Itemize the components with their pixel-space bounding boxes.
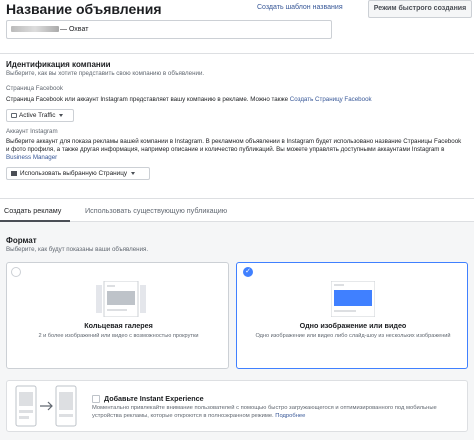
format-heading: Формат bbox=[6, 236, 37, 245]
create-template-link[interactable]: Создать шаблон названия bbox=[257, 4, 343, 11]
instagram-select[interactable]: Использовать выбранную Страницу bbox=[6, 167, 150, 180]
instagram-label: Аккаунт Instagram bbox=[6, 128, 58, 135]
business-manager-link[interactable]: Business Manager bbox=[6, 154, 57, 161]
instant-experience-desc-text: Моментально привлекайте внимание пользов… bbox=[92, 405, 437, 419]
flag-icon bbox=[11, 170, 17, 176]
instagram-desc-text: Выберите аккаунт для показа рекламы ваше… bbox=[6, 138, 462, 153]
single-image-title: Одно изображение или видео bbox=[299, 321, 407, 330]
page-title: Название объявления bbox=[6, 1, 162, 17]
instant-experience-icon bbox=[14, 384, 80, 428]
quick-mode-button[interactable]: Режим быстрого создания bbox=[368, 0, 472, 18]
carousel-desc: 2 и более изображений или видео с возмож… bbox=[38, 333, 199, 339]
instagram-description: Выберите аккаунт для показа рекламы ваше… bbox=[6, 138, 466, 162]
checkmark-icon[interactable]: ✓ bbox=[243, 267, 253, 277]
tab-create-ad[interactable]: Создать рекламу bbox=[4, 206, 61, 215]
page-desc-text: Страница Facebook или аккаунт Instagram … bbox=[6, 96, 289, 103]
identity-subtitle: Выберите, как вы хотите представить свою… bbox=[6, 70, 205, 77]
instant-experience-checkbox[interactable] bbox=[92, 395, 100, 403]
instant-experience-label: Добавьте Instant Experience bbox=[104, 394, 204, 403]
identity-heading: Идентификация компании bbox=[6, 60, 111, 69]
tab-existing-post[interactable]: Использовать существующую публикацию bbox=[85, 206, 227, 215]
page-select[interactable]: Active Traffic bbox=[6, 109, 74, 122]
ad-name-value: — Охват bbox=[60, 26, 89, 33]
format-single-image-card[interactable]: ✓ Одно изображение или видео Одно изобра… bbox=[236, 262, 468, 369]
create-page-link[interactable]: Создать Страницу Facebook bbox=[290, 96, 372, 103]
single-image-icon bbox=[330, 280, 376, 318]
page-description: Страница Facebook или аккаунт Instagram … bbox=[6, 96, 466, 104]
format-carousel-card[interactable]: Кольцевая галерея 2 и более изображений … bbox=[6, 262, 229, 369]
page-label: Страница Facebook bbox=[6, 85, 63, 92]
page-icon bbox=[11, 112, 17, 118]
divider bbox=[0, 53, 474, 54]
chevron-down-icon bbox=[59, 113, 64, 117]
instant-experience-desc: Моментально привлекайте внимание пользов… bbox=[92, 405, 462, 420]
tab-bar: Создать рекламу Использовать существующу… bbox=[0, 198, 474, 222]
instagram-selected: Использовать выбранную Страницу bbox=[20, 170, 128, 177]
format-subtitle: Выберите, как будут показаны ваши объявл… bbox=[6, 246, 149, 253]
single-image-desc: Одно изображение или видео либо слайд-шо… bbox=[255, 333, 451, 339]
carousel-icon bbox=[96, 280, 146, 318]
page-selected: Active Traffic bbox=[19, 112, 56, 119]
carousel-title: Кольцевая галерея bbox=[84, 321, 153, 330]
chevron-down-icon bbox=[131, 171, 136, 175]
ad-name-input[interactable]: — Охват bbox=[6, 20, 332, 39]
learn-more-link[interactable]: Подробнее bbox=[275, 413, 305, 419]
blurred-text bbox=[11, 26, 59, 33]
carousel-radio[interactable] bbox=[11, 267, 21, 277]
